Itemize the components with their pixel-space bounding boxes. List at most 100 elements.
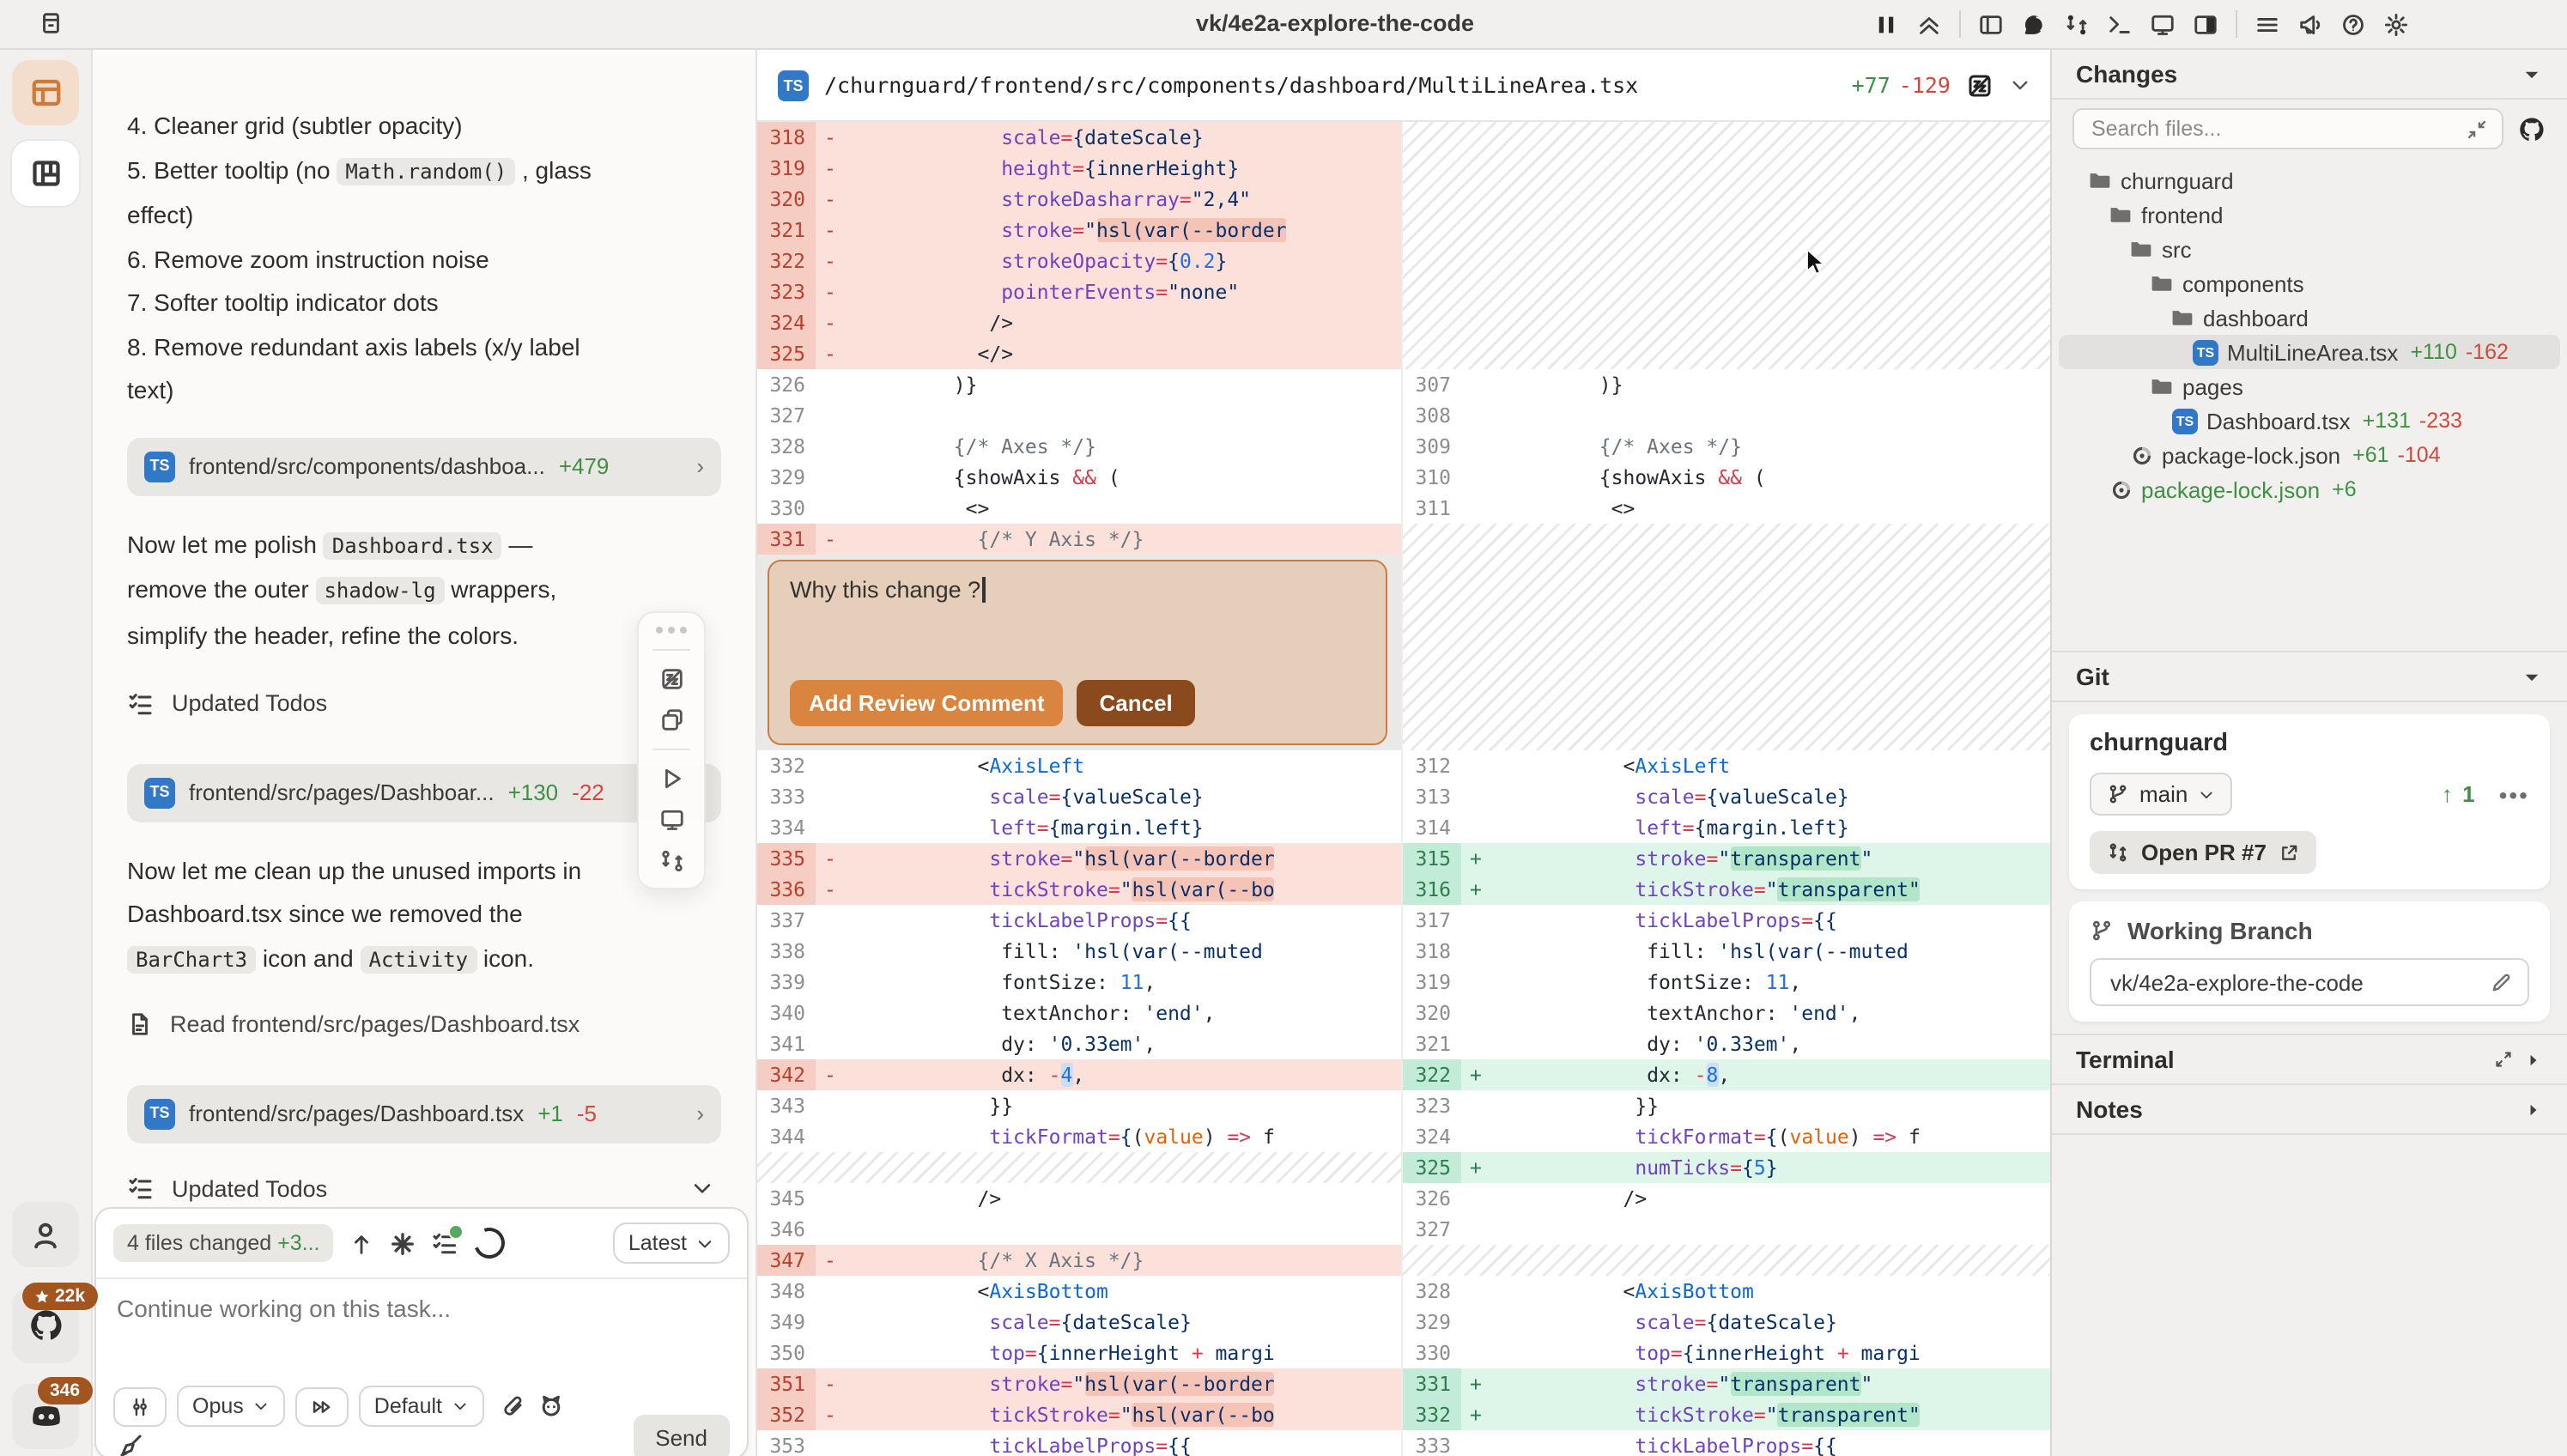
broom-icon[interactable] (117, 1432, 144, 1456)
attachment-icon[interactable] (501, 1393, 526, 1419)
diff-line-old-341[interactable]: 341 dy: '0.33em', (757, 1028, 1401, 1059)
chevrons-up-icon[interactable] (1916, 11, 1942, 37)
settings-sliders-button[interactable] (113, 1386, 167, 1426)
menu-icon[interactable] (2254, 11, 2280, 37)
diff-line-new-332[interactable]: 332+ tickStroke="transparent" (1403, 1399, 2052, 1430)
updated-todos-row-2[interactable]: Updated Todos (127, 1167, 728, 1210)
diff-line-old-329[interactable]: 329 {showAxis && ( (757, 462, 1401, 493)
diff-line-new-307[interactable]: 307 )} (1403, 369, 2052, 400)
diff-line-old-350[interactable]: 350 top={innerHeight + margi (757, 1338, 1401, 1368)
send-button[interactable]: Send (633, 1415, 730, 1456)
diff-line-new-312[interactable]: 312 <AxisLeft (1403, 750, 2052, 781)
diff-line-old-352[interactable]: 352- tickStroke="hsl(var(--bo (757, 1399, 1401, 1430)
diff-line-old-353[interactable]: 353 tickLabelProps={{ (757, 1430, 1401, 1456)
diff-line-new-313[interactable]: 313 scale={valueScale} (1403, 781, 2052, 812)
monitor-icon[interactable] (658, 807, 684, 833)
latest-dropdown[interactable]: Latest (613, 1222, 730, 1264)
message-input[interactable] (96, 1279, 723, 1338)
diff-line-new-315[interactable]: 315+ stroke="transparent" (1403, 843, 2052, 874)
diff-line-old-326[interactable]: 326 )} (757, 369, 1401, 400)
play-icon[interactable] (658, 766, 684, 792)
tree-item-dashboard-tsx[interactable]: TSDashboard.tsx+131-233 (2059, 403, 2560, 438)
spark-icon[interactable] (391, 1230, 416, 1256)
diff-line-old-324[interactable]: 324- /> (757, 307, 1401, 338)
copy-icon[interactable] (658, 707, 684, 733)
diff-line-old-345[interactable]: 345 /> (757, 1183, 1401, 1214)
branch-dropdown[interactable]: main (2090, 773, 2232, 816)
diff-line-old-344[interactable]: 344 tickFormat={(value) => f (757, 1121, 1401, 1152)
chevron-down-icon[interactable] (690, 1177, 714, 1201)
add-review-comment-button[interactable]: Add Review Comment (790, 680, 1064, 726)
diff-line-new-325[interactable]: 325+ numTicks={5} (1403, 1152, 2052, 1183)
diff-line-old-327[interactable]: 327 (757, 400, 1401, 431)
working-branch-input[interactable] (2107, 968, 2479, 997)
diff-line-new-322[interactable]: 322+ dx: -8, (1403, 1059, 2052, 1090)
diff-line-new-324[interactable]: 324 tickFormat={(value) => f (1403, 1121, 2052, 1152)
diff-line-old-337[interactable]: 337 tickLabelProps={{ (757, 905, 1401, 936)
file-chip-components-dashboard[interactable]: TS frontend/src/components/dashboa... +4… (127, 437, 721, 495)
diff-line-old-334[interactable]: 334 left={margin.left} (757, 812, 1401, 843)
file-chip-pages-dashboard[interactable]: TS frontend/src/pages/Dashboar... +130 -… (127, 763, 721, 822)
tree-item-churnguard[interactable]: churnguard (2059, 163, 2560, 197)
diff-line-new-328[interactable]: 328 <AxisBottom (1403, 1276, 2052, 1307)
diff-line-old-348[interactable]: 348 <AxisBottom (757, 1276, 1401, 1307)
tree-item-src[interactable]: src (2059, 232, 2560, 266)
diff-line-new-308[interactable]: 308 (1403, 400, 2052, 431)
github-icon[interactable] (2517, 114, 2546, 143)
diff-line-old-330[interactable]: 330 <> (757, 493, 1401, 524)
diff-view-icon[interactable] (658, 666, 684, 692)
diff-line-old-325[interactable]: 325- </> (757, 338, 1401, 369)
diff-line-new-320[interactable]: 320 textAnchor: 'end', (1403, 998, 2052, 1028)
diff-line-new-329[interactable]: 329 scale={dateScale} (1403, 1307, 2052, 1338)
diff-line-new-331[interactable]: 331+ stroke="transparent" (1403, 1368, 2052, 1399)
working-branch-field[interactable] (2090, 958, 2529, 1006)
diff-line-old-323[interactable]: 323- pointerEvents="none" (757, 276, 1401, 307)
diff-line-old-320[interactable]: 320- strokeDasharray="2,4" (757, 184, 1401, 215)
files-changed-chip[interactable]: 4 files changed +3... (113, 1224, 334, 1262)
pause-icon[interactable] (1873, 11, 1899, 37)
diff-line-new-326[interactable]: 326 /> (1403, 1183, 2052, 1214)
file-chip-pages-dashboard-2[interactable]: TS frontend/src/pages/Dashboard.tsx +1 -… (127, 1084, 721, 1143)
tree-item-dashboard[interactable]: dashboard (2059, 300, 2560, 335)
todos-status-icon[interactable] (432, 1229, 459, 1257)
diff-line-new-327[interactable]: 327 (1403, 1214, 2052, 1245)
account-button[interactable] (12, 1202, 79, 1267)
review-comment-input[interactable]: Why this change ? (790, 577, 1365, 603)
megaphone-icon[interactable] (2297, 11, 2323, 37)
changes-section-header[interactable]: Changes (2052, 50, 2567, 98)
tree-item-package-lock-json[interactable]: package-lock.json+6 (2059, 472, 2560, 507)
diff-line-new-319[interactable]: 319 fontSize: 11, (1403, 967, 2052, 998)
diff-line-old-340[interactable]: 340 textAnchor: 'end', (757, 998, 1401, 1028)
review-comment-box[interactable]: Why this change ? Add Review Comment Cance… (768, 560, 1387, 745)
collapse-icon[interactable] (2466, 118, 2488, 140)
tree-item-pages[interactable]: pages (2059, 369, 2560, 403)
diff-line-new-321[interactable]: 321 dy: '0.33em', (1403, 1028, 2052, 1059)
model-dropdown[interactable]: Opus (177, 1386, 285, 1427)
cancel-comment-button[interactable]: Cancel (1077, 680, 1195, 726)
diff-line-new-310[interactable]: 310 {showAxis && ( (1403, 462, 2052, 493)
diff-line-new-323[interactable]: 323 }} (1403, 1090, 2052, 1121)
diff-line-new-311[interactable]: 311 <> (1403, 493, 2052, 524)
git-compare-icon[interactable] (658, 848, 684, 874)
chat-bubble-icon[interactable] (2021, 11, 2047, 37)
drag-handle-icon[interactable] (656, 627, 687, 634)
terminal-icon[interactable] (2107, 11, 2133, 37)
diff-line-new-314[interactable]: 314 left={margin.left} (1403, 812, 2052, 843)
diff-line-new-317[interactable]: 317 tickLabelProps={{ (1403, 905, 2052, 936)
fast-forward-button[interactable] (295, 1386, 349, 1426)
diff-line-old-342[interactable]: 342- dx: -4, (757, 1059, 1401, 1090)
notes-section-header[interactable]: Notes (2052, 1085, 2567, 1133)
read-file-row[interactable]: Read frontend/src/pages/Dashboard.tsx (127, 1003, 728, 1046)
tree-item-components[interactable]: components (2059, 266, 2560, 300)
tree-item-frontend[interactable]: frontend (2059, 197, 2560, 232)
diff-line-new-309[interactable]: 309 {/* Axes */} (1403, 431, 2052, 462)
panel-left-icon[interactable] (1978, 11, 2004, 37)
git-section-header[interactable]: Git (2052, 652, 2567, 701)
diff-line-new-333[interactable]: 333 tickLabelProps={{ (1403, 1430, 2052, 1456)
diff-line-old-319[interactable]: 319- height={innerHeight} (757, 153, 1401, 184)
tree-item-multilinearea-tsx[interactable]: TSMultiLineArea.tsx+110-162 (2059, 335, 2560, 369)
search-input[interactable] (2088, 115, 2455, 143)
diff-line-old-339[interactable]: 339 fontSize: 11, (757, 967, 1401, 998)
scroll-up-icon[interactable] (349, 1230, 375, 1256)
diff-line-old-349[interactable]: 349 scale={dateScale} (757, 1307, 1401, 1338)
